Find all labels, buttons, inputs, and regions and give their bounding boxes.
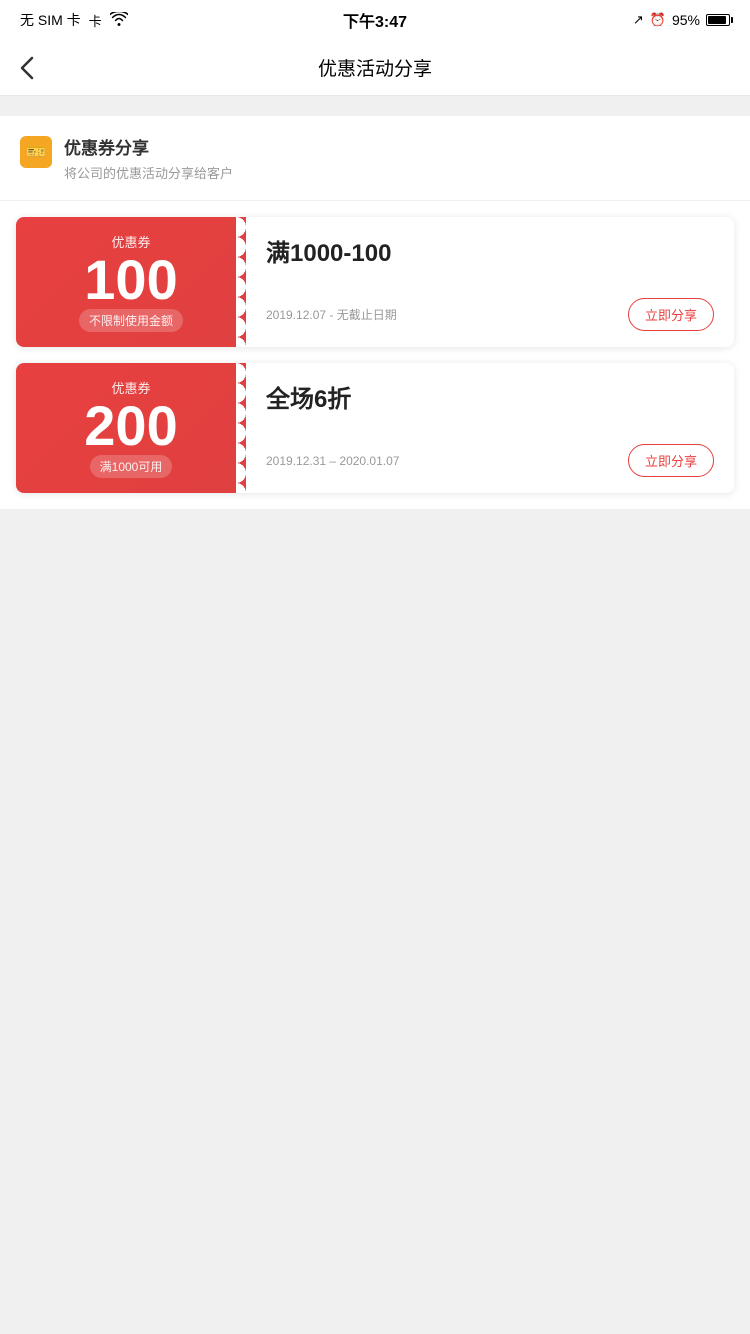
coupon-list: 优惠券 100 不限制使用金额 满1000-100 2019.12.07 - 无… (0, 201, 750, 509)
coupon-section-icon: 🎫 (20, 136, 52, 168)
coupon-left-2: 优惠券 200 满1000可用 (16, 363, 246, 493)
coupon-date-2: 2019.12.31 – 2020.01.07 (266, 454, 399, 468)
nav-bar: 优惠活动分享 (0, 40, 750, 96)
section-title: 优惠券分享 (64, 134, 233, 159)
section-header: 🎫 优惠券分享 将公司的优惠活动分享给客户 (0, 116, 750, 201)
coupon-card-2: 优惠券 200 满1000可用 全场6折 2019.12.31 – 2020.0… (16, 363, 734, 493)
status-right: ↗ ⏰ 95% (633, 12, 730, 28)
coupon-title-1: 满1000-100 (266, 233, 714, 268)
coupon-left-1: 优惠券 100 不限制使用金额 (16, 217, 246, 347)
carrier-label: 无 SIM 卡 (20, 10, 81, 30)
page-title: 优惠活动分享 (318, 54, 432, 81)
battery-icon (706, 14, 730, 26)
coupon-right-2: 全场6折 2019.12.31 – 2020.01.07 立即分享 (246, 363, 734, 493)
alarm-icon: ⏰ (650, 12, 666, 28)
coupon-title-2: 全场6折 (266, 379, 714, 414)
back-button[interactable] (20, 56, 34, 80)
location-icon: ↗ (633, 12, 644, 28)
battery-percent: 95% (672, 12, 700, 28)
coupon-amount-1: 100 (84, 252, 177, 308)
coupon-date-1: 2019.12.07 - 无截止日期 (266, 306, 397, 323)
empty-area (0, 509, 750, 1069)
status-time: 下午3:47 (343, 8, 407, 32)
top-divider (0, 96, 750, 116)
section-text: 优惠券分享 将公司的优惠活动分享给客户 (64, 134, 233, 182)
coupon-footer-1: 2019.12.07 - 无截止日期 立即分享 (266, 298, 714, 331)
sim-card-icon: 卡 (89, 11, 102, 30)
section-subtitle: 将公司的优惠活动分享给客户 (64, 163, 233, 182)
coupon-condition-2: 满1000可用 (90, 455, 173, 478)
share-button-1[interactable]: 立即分享 (628, 298, 714, 331)
wifi-icon (110, 12, 128, 29)
coupon-right-1: 满1000-100 2019.12.07 - 无截止日期 立即分享 (246, 217, 734, 347)
coupon-amount-2: 200 (84, 398, 177, 454)
coupon-condition-1: 不限制使用金额 (79, 309, 183, 332)
status-left: 无 SIM 卡 卡 (20, 10, 128, 30)
share-button-2[interactable]: 立即分享 (628, 444, 714, 477)
coupon-card-1: 优惠券 100 不限制使用金额 满1000-100 2019.12.07 - 无… (16, 217, 734, 347)
status-bar: 无 SIM 卡 卡 下午3:47 ↗ ⏰ 95% (0, 0, 750, 40)
coupon-footer-2: 2019.12.31 – 2020.01.07 立即分享 (266, 444, 714, 477)
